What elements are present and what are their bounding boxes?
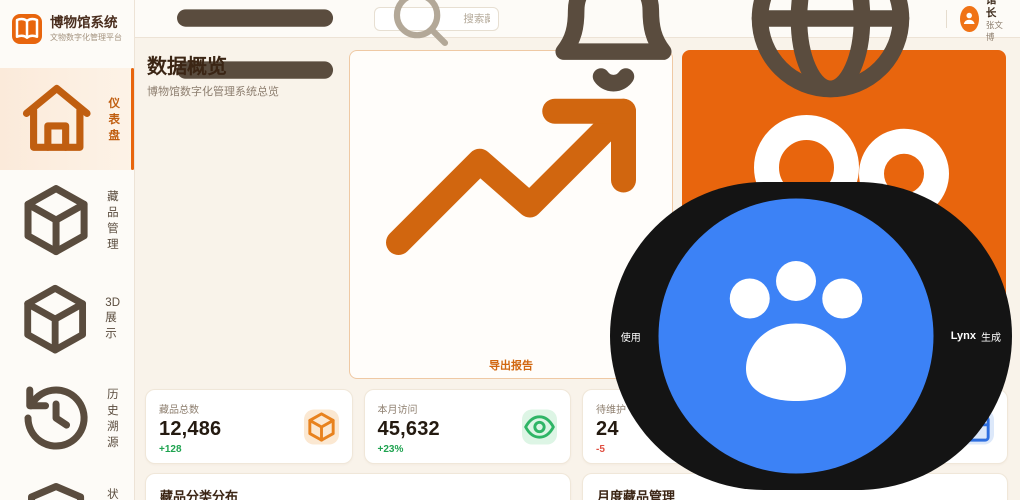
brand-logo: 博物馆系统 文物数字化管理平台 bbox=[0, 0, 134, 54]
user-icon bbox=[960, 9, 978, 27]
brand-text: 博物馆系统 文物数字化管理平台 bbox=[50, 15, 122, 44]
stat-delta: +128 bbox=[159, 444, 182, 455]
history-clock-icon bbox=[14, 376, 98, 460]
globe-icon bbox=[731, 0, 930, 118]
sidebar-item-label: 仪表盘 bbox=[108, 97, 121, 142]
page-header-text: 数据概览 博物馆数字化管理系统总览 bbox=[147, 50, 279, 99]
package-icon bbox=[303, 409, 339, 444]
category-donut-card: 藏品分类分布 文物 4,200 艺术品 3,800 bbox=[145, 473, 571, 500]
museum-book-icon bbox=[12, 14, 42, 44]
shield-icon bbox=[14, 476, 98, 500]
page-title: 数据概览 bbox=[147, 56, 227, 78]
sidebar-item-dashboard[interactable]: 仪表盘 bbox=[0, 68, 134, 170]
sidebar-item-3d-display[interactable]: 3D展示 bbox=[0, 270, 134, 368]
sidebar-item-collections[interactable]: 藏品管理 bbox=[0, 170, 134, 270]
page-subtitle: 博物馆数字化管理系统总览 bbox=[147, 86, 279, 98]
lynx-badge[interactable]: 使用 Lynx 生成 bbox=[609, 182, 1012, 490]
topbar: 3 馆长 张文博 bbox=[135, 0, 1020, 98]
user-menu[interactable]: 馆长 张文博 bbox=[960, 0, 1004, 43]
stat-delta: +23% bbox=[377, 444, 404, 455]
bell-icon bbox=[514, 0, 713, 118]
sidebar-item-label: 历史溯源 bbox=[107, 388, 119, 449]
search-input[interactable] bbox=[463, 12, 490, 25]
sidebar-item-label: 3D展示 bbox=[105, 296, 120, 340]
notifications-button[interactable]: 3 bbox=[512, 0, 715, 120]
user-info: 馆长 张文博 bbox=[986, 0, 1004, 43]
stat-card-total-collections: 藏品总数 12,486 +128 bbox=[145, 389, 353, 464]
topbar-right: 3 馆长 张文博 bbox=[512, 0, 1004, 120]
user-role: 馆长 bbox=[985, 0, 997, 19]
brand-subtitle: 文物数字化管理平台 bbox=[50, 33, 122, 43]
sidebar: 博物馆系统 文物数字化管理平台 仪表盘 藏品管理 3D展示 历史溯源 状 bbox=[0, 0, 135, 500]
sidebar-item-label: 藏品管理 bbox=[107, 190, 119, 251]
search-box bbox=[374, 0, 499, 47]
cube-icon bbox=[14, 278, 96, 360]
avatar bbox=[960, 5, 979, 32]
home-icon bbox=[14, 76, 100, 162]
sidebar-item-history[interactable]: 历史溯源 bbox=[0, 368, 134, 468]
sidebar-nav: 仪表盘 藏品管理 3D展示 历史溯源 状态监控 展览策划 bbox=[0, 68, 134, 500]
language-button[interactable] bbox=[729, 0, 932, 120]
sidebar-item-label: 状态监控 bbox=[107, 489, 119, 500]
stat-card-monthly-visits: 本月访问 45,632 +23% bbox=[363, 389, 571, 464]
package-icon bbox=[14, 178, 98, 262]
donut-chart-title: 藏品分类分布 bbox=[160, 489, 239, 500]
brand-title: 博物馆系统 bbox=[50, 14, 118, 30]
eye-icon bbox=[522, 409, 557, 444]
sidebar-item-status-monitor[interactable]: 状态监控 bbox=[0, 468, 134, 500]
lynx-logo-icon bbox=[646, 186, 946, 486]
topbar-divider bbox=[945, 9, 947, 28]
